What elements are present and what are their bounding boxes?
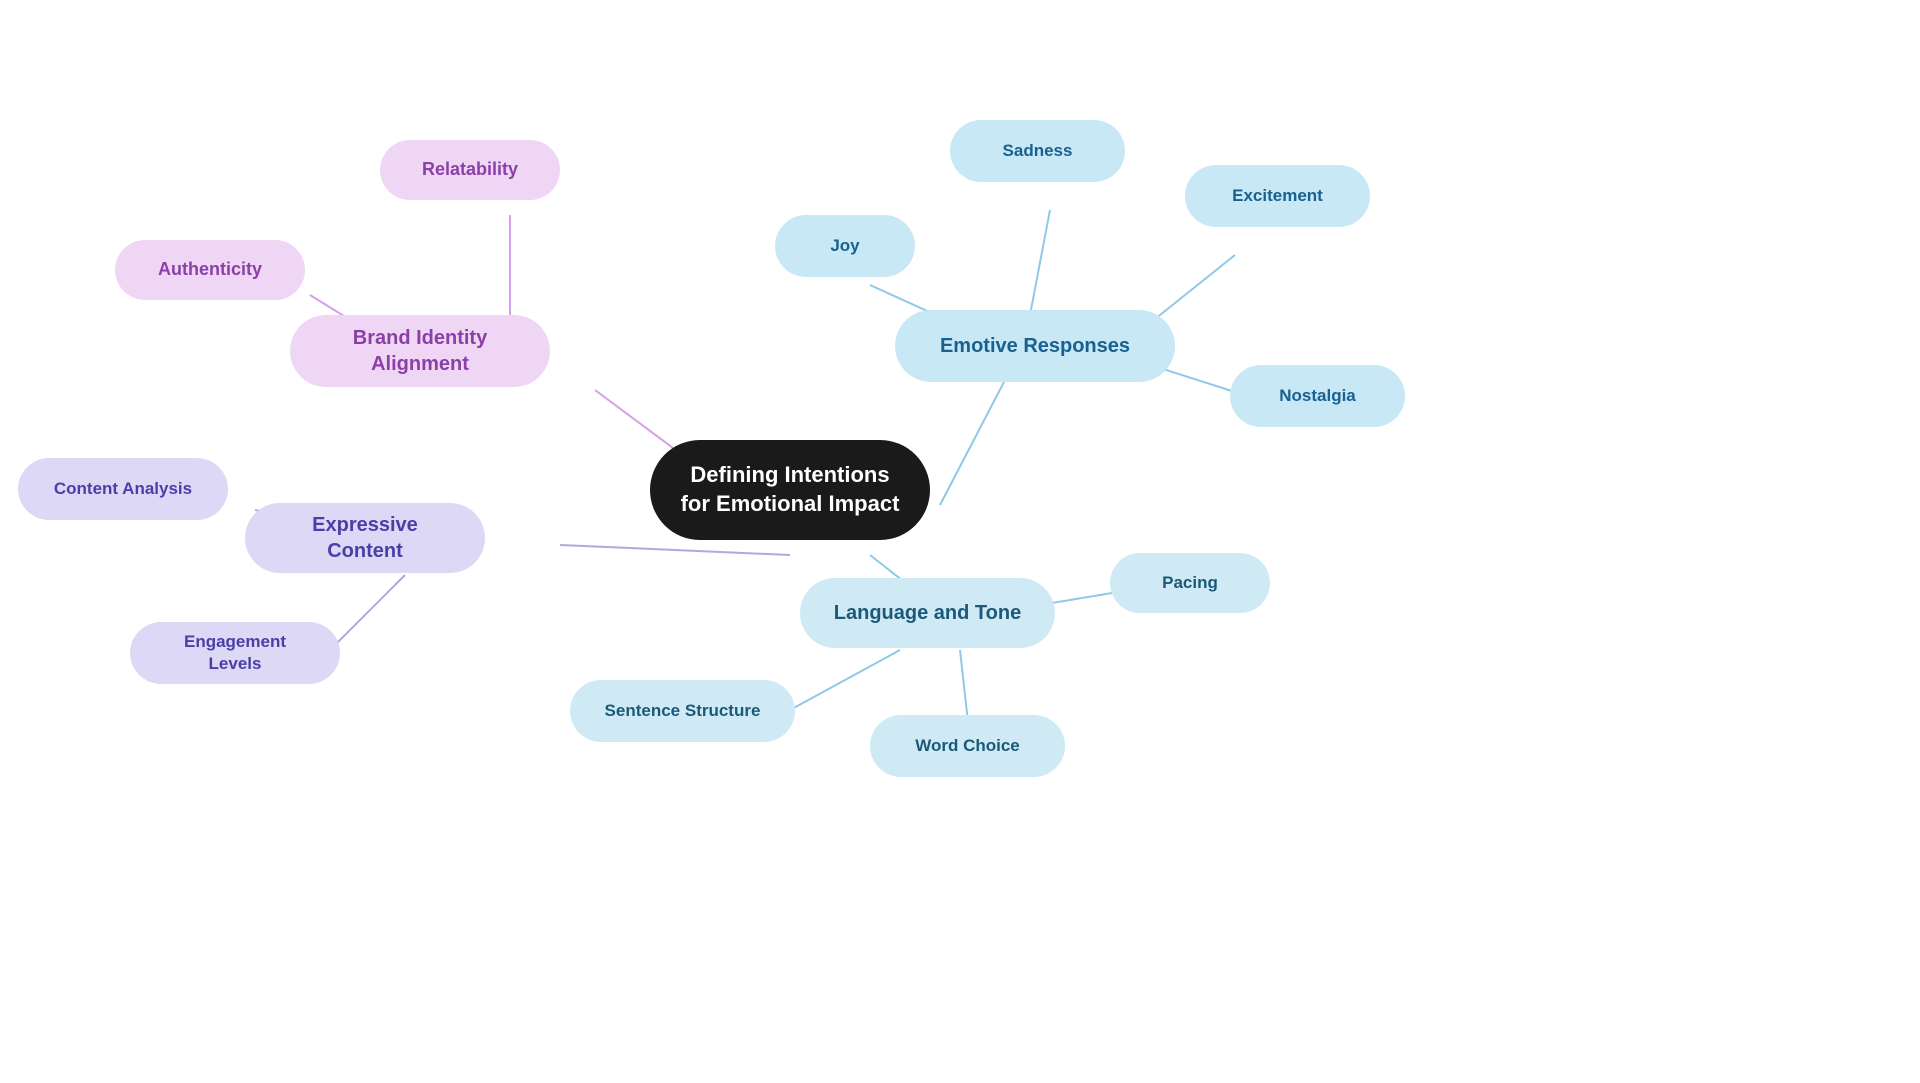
pacing-label: Pacing <box>1162 572 1218 594</box>
pacing-node[interactable]: Pacing <box>1110 553 1270 613</box>
excitement-node[interactable]: Excitement <box>1185 165 1370 227</box>
excitement-label: Excitement <box>1232 185 1323 207</box>
relatability-label: Relatability <box>422 158 518 181</box>
brand-identity-node[interactable]: Brand Identity Alignment <box>290 315 550 387</box>
engagement-levels-label: Engagement Levels <box>158 631 312 675</box>
authenticity-label: Authenticity <box>158 258 262 281</box>
center-node[interactable]: Defining Intentions for Emotional Impact <box>650 440 930 540</box>
content-analysis-label: Content Analysis <box>54 478 192 500</box>
word-choice-node[interactable]: Word Choice <box>870 715 1065 777</box>
relatability-node[interactable]: Relatability <box>380 140 560 200</box>
sentence-structure-label: Sentence Structure <box>605 700 761 722</box>
sentence-structure-node[interactable]: Sentence Structure <box>570 680 795 742</box>
expressive-content-node[interactable]: Expressive Content <box>245 503 485 573</box>
nostalgia-node[interactable]: Nostalgia <box>1230 365 1405 427</box>
joy-label: Joy <box>830 235 859 257</box>
expressive-content-label: Expressive Content <box>273 512 457 564</box>
center-node-label: Defining Intentions for Emotional Impact <box>678 461 902 518</box>
emotive-responses-label: Emotive Responses <box>940 333 1130 359</box>
joy-node[interactable]: Joy <box>775 215 915 277</box>
sadness-node[interactable]: Sadness <box>950 120 1125 182</box>
emotive-responses-node[interactable]: Emotive Responses <box>895 310 1175 382</box>
nostalgia-label: Nostalgia <box>1279 385 1356 407</box>
word-choice-label: Word Choice <box>915 735 1020 757</box>
brand-identity-label: Brand Identity Alignment <box>318 325 522 377</box>
sadness-label: Sadness <box>1003 140 1073 162</box>
content-analysis-node[interactable]: Content Analysis <box>18 458 228 520</box>
language-tone-label: Language and Tone <box>834 600 1021 626</box>
engagement-levels-node[interactable]: Engagement Levels <box>130 622 340 684</box>
authenticity-node[interactable]: Authenticity <box>115 240 305 300</box>
language-tone-node[interactable]: Language and Tone <box>800 578 1055 648</box>
